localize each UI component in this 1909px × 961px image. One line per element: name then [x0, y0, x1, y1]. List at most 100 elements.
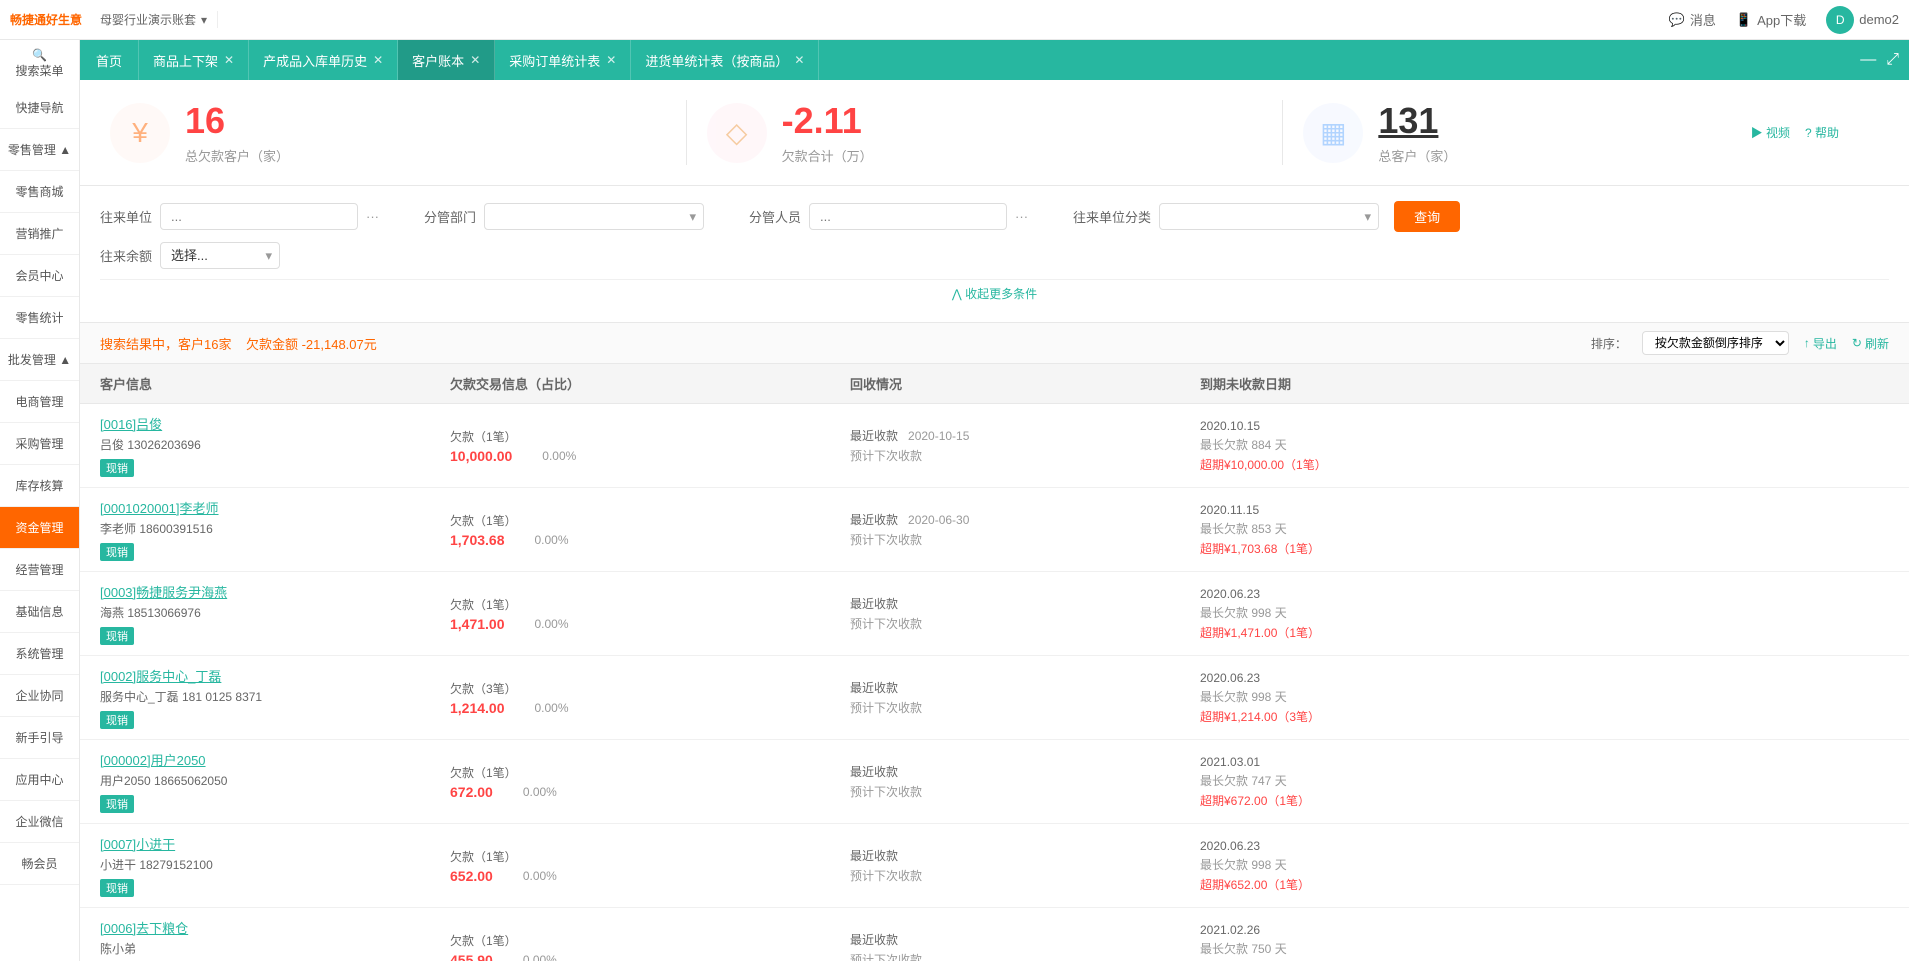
debt-total-label: 欠款合计（万） — [782, 146, 873, 165]
sidebar-item-membership[interactable]: 会员中心 — [0, 255, 79, 297]
sidebar-item-marketing[interactable]: 营销推广 — [0, 213, 79, 255]
message-button[interactable]: 💬 消息 — [1669, 10, 1716, 29]
tab-product-offline[interactable]: 商品上下架 ✕ — [139, 40, 249, 80]
supplier-input[interactable] — [160, 203, 358, 230]
sidebar-item-batch-mgmt[interactable]: 批发管理 ▲ — [0, 339, 79, 381]
sidebar-item-retail-stats[interactable]: 零售统计 — [0, 297, 79, 339]
sidebar-item-app-center[interactable]: 应用中心 — [0, 759, 79, 801]
cell-customer-1: [0001020001]李老师 李老师 18600391516 现销 — [100, 498, 450, 561]
tab-product-history[interactable]: 产成品入库单历史 ✕ — [249, 40, 398, 80]
sidebar-item-vip-member[interactable]: 畅会员 — [0, 843, 79, 885]
refresh-icon: ↻ — [1852, 336, 1862, 350]
department-input[interactable] — [484, 203, 704, 230]
overdue-date: 2020.06.23 — [1200, 671, 1889, 685]
overdue-amount[interactable]: 超期¥1,703.68（1笔） — [1200, 540, 1889, 557]
table-row: [0016]吕俊 吕俊 13026203696 现销 欠款（1笔） 10,000… — [80, 404, 1909, 488]
sidebar-item-purchase[interactable]: 采购管理 — [0, 423, 79, 465]
sidebar-item-basic-info[interactable]: 基础信息 — [0, 591, 79, 633]
sidebar-item-enterprise-wechat[interactable]: 企业微信 — [0, 801, 79, 843]
overdue-amount[interactable]: 超期¥10,000.00（1笔） — [1200, 456, 1889, 473]
sidebar-item-retail-mgmt[interactable]: 零售管理 ▲ — [0, 129, 79, 171]
video-icon: ▶ — [1751, 126, 1763, 140]
tab-close-icon[interactable]: ✕ — [606, 53, 616, 67]
sort-label: 排序： — [1591, 335, 1627, 352]
debt-amount: 652.00 — [450, 868, 493, 884]
sidebar-item-finance[interactable]: 资金管理 — [0, 507, 79, 549]
tab-close-icon[interactable]: ✕ — [470, 53, 480, 67]
sidebar-item-retail-store[interactable]: 零售商城 — [0, 171, 79, 213]
overdue-days: 最长欠款 853 天 — [1200, 520, 1889, 537]
sidebar-item-beginner[interactable]: 新手引导 — [0, 717, 79, 759]
cell-debt-1: 欠款（1笔） 1,703.68 0.00% — [450, 498, 850, 561]
debt-customers-label: 总欠款客户（家） — [185, 146, 289, 165]
cell-collection-4: 最近收款 预计下次收款 — [850, 750, 1200, 813]
tab-home-label: 首页 — [96, 51, 122, 70]
sidebar-item-system[interactable]: 系统管理 — [0, 633, 79, 675]
filter-supplier: 往来单位 ··· — [100, 203, 379, 230]
tab-purchase-order[interactable]: 采购订单统计表 ✕ — [495, 40, 631, 80]
debt-ratio: 0.00% — [523, 785, 557, 799]
username-label: demo2 — [1859, 12, 1899, 27]
col-header-collection: 回收情况 — [850, 374, 1200, 393]
overdue-date: 2020.11.15 — [1200, 503, 1889, 517]
tab-customer-account[interactable]: 客户账本 ✕ — [398, 40, 495, 80]
sidebar-item-operations[interactable]: 经营管理 — [0, 549, 79, 591]
search-menu-button[interactable]: 🔍 搜索菜单 — [0, 40, 79, 87]
tab-close-icon[interactable]: ✕ — [224, 53, 234, 67]
sidebar-item-inventory[interactable]: 库存核算 — [0, 465, 79, 507]
customer-name-link[interactable]: [0016]吕俊 — [100, 414, 450, 433]
user-menu[interactable]: D demo2 — [1826, 6, 1899, 34]
overdue-amount[interactable]: 超期¥1,214.00（3笔） — [1200, 708, 1889, 725]
overdue-amount[interactable]: 超期¥672.00（1笔） — [1200, 792, 1889, 809]
customer-name-link[interactable]: [0006]去下粮仓 — [100, 918, 450, 937]
overdue-days: 最长欠款 884 天 — [1200, 436, 1889, 453]
total-customers-icon: ▦ — [1303, 103, 1363, 163]
overdue-amount[interactable]: 超期¥1,471.00（1笔） — [1200, 624, 1889, 641]
search-menu-label: 搜索菜单 — [5, 62, 74, 79]
customer-phone: 陈小弟 — [100, 940, 450, 957]
department-label: 分管部门 — [424, 207, 476, 226]
category-input[interactable] — [1159, 203, 1379, 230]
debt-count: 欠款（1笔） — [450, 932, 850, 949]
sidebar-item-ecommerce[interactable]: 电商管理 — [0, 381, 79, 423]
supplier-dots[interactable]: ··· — [366, 209, 379, 224]
customer-name-link[interactable]: [000002]用户2050 — [100, 750, 450, 769]
sort-select[interactable]: 按欠款金额倒序排序 — [1642, 331, 1789, 355]
cell-overdue-5: 2020.06.23 最长欠款 998 天 超期¥652.00（1笔） — [1200, 834, 1889, 897]
app-download-button[interactable]: 📱 App下载 — [1736, 10, 1806, 29]
export-button[interactable]: ↑ 导出 — [1804, 335, 1837, 352]
customer-name-link[interactable]: [0007]小进干 — [100, 834, 450, 853]
help-button[interactable]: ? 帮助 — [1805, 124, 1839, 141]
customer-name-link[interactable]: [0002]服务中心_丁磊 — [100, 666, 450, 685]
video-button[interactable]: ▶ 视频 — [1751, 124, 1790, 141]
industry-selector[interactable]: 母婴行业演示账套 ▾ — [90, 11, 218, 28]
overdue-amount[interactable]: 超期¥652.00（1笔） — [1200, 876, 1889, 893]
filter-collapse-button[interactable]: ⋀ 收起更多条件 — [100, 279, 1889, 307]
cell-customer-3: [0002]服务中心_丁磊 服务中心_丁磊 181 0125 8371 现销 — [100, 666, 450, 729]
sidebar-item-quick-nav[interactable]: 快捷导航 — [0, 87, 79, 129]
tab-import-statistics[interactable]: 进货单统计表（按商品） ✕ — [631, 40, 819, 80]
tab-home[interactable]: 首页 — [80, 40, 139, 80]
tab-maximize-icon[interactable]: ⤢ — [1886, 51, 1899, 69]
refresh-button[interactable]: ↻ 刷新 — [1852, 335, 1889, 352]
sidebar-item-enterprise-collab[interactable]: 企业协同 — [0, 675, 79, 717]
customer-name-link[interactable]: [0003]畅捷服务尹海燕 — [100, 582, 450, 601]
avatar: D — [1826, 6, 1854, 34]
collection-label: 最近收款 — [850, 679, 898, 696]
help-icon: ? — [1805, 126, 1812, 140]
person-dots[interactable]: ··· — [1015, 209, 1028, 224]
main-layout: 🔍 搜索菜单 快捷导航 零售管理 ▲ 零售商城 营销推广 会员中心 零售统计 — [0, 40, 1909, 961]
search-button[interactable]: 查询 — [1394, 201, 1460, 232]
person-input[interactable] — [809, 203, 1007, 230]
summary-card-debt-total: ◇ -2.11 欠款合计（万） — [687, 100, 1284, 165]
customer-name-link[interactable]: [0001020001]李老师 — [100, 498, 450, 517]
tab-minimize-icon[interactable]: — — [1860, 51, 1876, 69]
tab-close-icon[interactable]: ✕ — [794, 53, 804, 67]
collection-label: 最近收款 — [850, 427, 898, 444]
balance-select[interactable]: 选择... — [160, 242, 280, 269]
overdue-days: 最长欠款 998 天 — [1200, 604, 1889, 621]
filter-department: 分管部门 ▾ — [424, 203, 704, 230]
collapse-icon: ⋀ — [952, 287, 962, 301]
results-info: 搜索结果中，客户16家 欠款金额 -21,148.07元 — [100, 334, 377, 353]
tab-close-icon[interactable]: ✕ — [373, 53, 383, 67]
